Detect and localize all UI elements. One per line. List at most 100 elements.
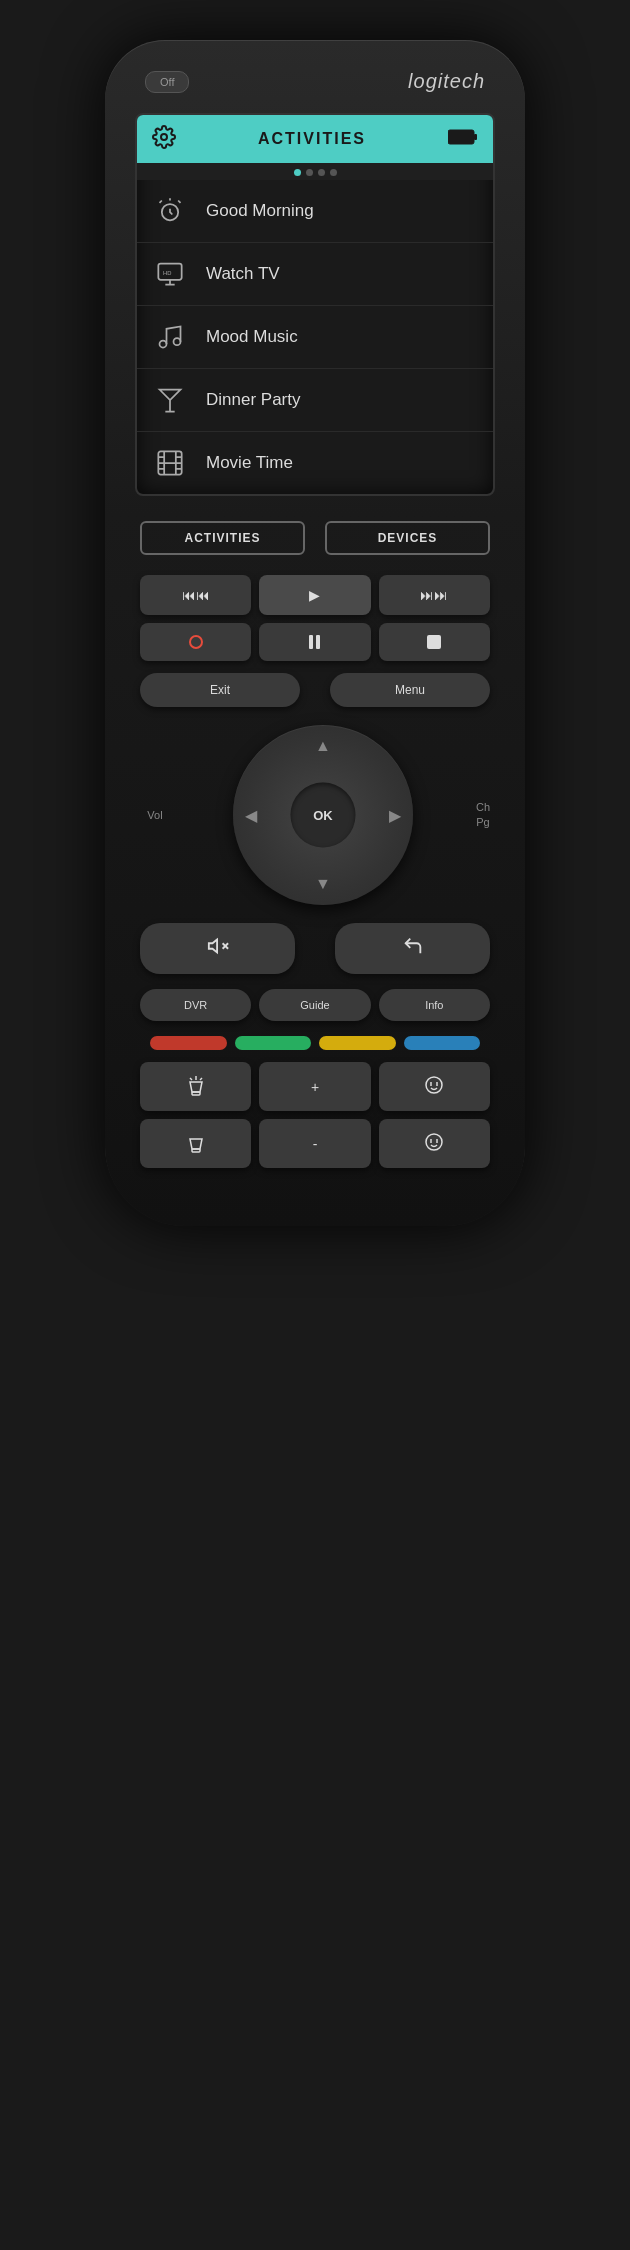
dpad: ▲ ▼ ◀ ▶ OK bbox=[233, 725, 413, 905]
screen-header: ACTIVITIES bbox=[137, 115, 493, 163]
minus-icon: - bbox=[313, 1136, 318, 1152]
flashlight-down-icon bbox=[187, 1131, 205, 1156]
act-dev-row: ACTIVITIES DEVICES bbox=[140, 521, 490, 555]
svg-point-13 bbox=[174, 338, 181, 345]
pause-button[interactable] bbox=[259, 623, 370, 661]
bottom-row-2: - bbox=[140, 1119, 490, 1168]
activities-button[interactable]: ACTIVITIES bbox=[140, 521, 305, 555]
off-button[interactable]: Off bbox=[145, 71, 189, 93]
svg-line-5 bbox=[160, 201, 162, 203]
gear-icon[interactable] bbox=[152, 125, 176, 153]
svg-point-12 bbox=[160, 341, 167, 348]
svg-rect-2 bbox=[474, 134, 477, 140]
transport-row: ⏮⏮ ▶ ⏭⏭ bbox=[140, 575, 490, 615]
menu-item-watch-tv-label: Watch TV bbox=[206, 264, 280, 284]
film-icon bbox=[152, 445, 188, 481]
cocktail-icon bbox=[152, 382, 188, 418]
green-color-button[interactable] bbox=[235, 1036, 312, 1050]
bottom-row-1: + bbox=[140, 1062, 490, 1111]
menu-item-dinner-party-label: Dinner Party bbox=[206, 390, 300, 410]
color-row bbox=[140, 1036, 490, 1050]
exit-button[interactable]: Exit bbox=[140, 673, 300, 707]
buttons-section: ACTIVITIES DEVICES ⏮⏮ ▶ ⏭⏭ bbox=[135, 521, 495, 1168]
dot-1 bbox=[294, 169, 301, 176]
light-down-button[interactable] bbox=[140, 1119, 251, 1168]
dpad-section: Vol ▲ ▼ ◀ ▶ OK ChPg bbox=[140, 725, 490, 905]
power-outlet-2-button[interactable] bbox=[379, 1119, 490, 1168]
svg-text:HD: HD bbox=[163, 270, 171, 276]
dpad-up-arrow[interactable]: ▲ bbox=[315, 737, 331, 755]
power-outlet-1-button[interactable] bbox=[379, 1062, 490, 1111]
play-icon: ▶ bbox=[309, 587, 320, 603]
dot-4 bbox=[330, 169, 337, 176]
mute-icon bbox=[207, 935, 229, 962]
mute-button[interactable] bbox=[140, 923, 295, 974]
dpad-ring[interactable]: ▲ ▼ ◀ ▶ OK bbox=[233, 725, 413, 905]
menu-button[interactable]: Menu bbox=[330, 673, 490, 707]
svg-point-35 bbox=[426, 1134, 442, 1150]
info-button[interactable]: Info bbox=[379, 989, 490, 1021]
dpad-right-arrow[interactable]: ▶ bbox=[389, 806, 401, 825]
plus-button[interactable]: + bbox=[259, 1062, 370, 1111]
power-outlet-2-icon bbox=[424, 1132, 444, 1155]
svg-marker-33 bbox=[190, 1139, 202, 1149]
dot-3 bbox=[318, 169, 325, 176]
back-button[interactable] bbox=[335, 923, 490, 974]
music-note-icon bbox=[152, 319, 188, 355]
minus-button[interactable]: - bbox=[259, 1119, 370, 1168]
yellow-color-button[interactable] bbox=[319, 1036, 396, 1050]
dvr-button[interactable]: DVR bbox=[140, 989, 251, 1021]
fast-forward-icon: ⏭⏭ bbox=[420, 587, 448, 603]
light-up-button[interactable] bbox=[140, 1062, 251, 1111]
exit-menu-row: Exit Menu bbox=[140, 673, 490, 707]
remote-top: Off logitech bbox=[135, 70, 495, 93]
svg-rect-26 bbox=[192, 1092, 200, 1095]
blue-color-button[interactable] bbox=[404, 1036, 481, 1050]
menu-item-good-morning[interactable]: Good Morning bbox=[137, 180, 493, 243]
menu-item-mood-music[interactable]: Mood Music bbox=[137, 306, 493, 369]
dpad-left-arrow[interactable]: ◀ bbox=[245, 806, 257, 825]
rewind-icon: ⏮⏮ bbox=[182, 587, 210, 603]
svg-marker-22 bbox=[208, 940, 216, 953]
menu-item-watch-tv[interactable]: HD Watch TV bbox=[137, 243, 493, 306]
svg-line-6 bbox=[178, 201, 180, 203]
screen-dots bbox=[137, 163, 493, 180]
ok-button[interactable]: OK bbox=[290, 783, 355, 848]
svg-line-28 bbox=[190, 1078, 192, 1080]
svg-rect-34 bbox=[192, 1149, 200, 1152]
menu-item-dinner-party[interactable]: Dinner Party bbox=[137, 369, 493, 432]
dpad-down-arrow[interactable]: ▼ bbox=[315, 875, 331, 893]
rewind-button[interactable]: ⏮⏮ bbox=[140, 575, 251, 615]
stop-icon bbox=[427, 635, 441, 649]
guide-button[interactable]: Guide bbox=[259, 989, 370, 1021]
alarm-clock-icon bbox=[152, 193, 188, 229]
ch-pg-label: ChPg bbox=[476, 800, 490, 831]
mute-back-row bbox=[140, 923, 490, 974]
menu-item-mood-music-label: Mood Music bbox=[206, 327, 298, 347]
stop-button[interactable] bbox=[379, 623, 490, 661]
fast-forward-button[interactable]: ⏭⏭ bbox=[379, 575, 490, 615]
remote: Off logitech ACTIVITIES bbox=[105, 40, 525, 1226]
power-outlet-1-icon bbox=[424, 1075, 444, 1098]
devices-button[interactable]: DEVICES bbox=[325, 521, 490, 555]
menu-item-good-morning-label: Good Morning bbox=[206, 201, 314, 221]
play-button[interactable]: ▶ bbox=[259, 575, 370, 615]
record-button[interactable] bbox=[140, 623, 251, 661]
dot-2 bbox=[306, 169, 313, 176]
svg-point-0 bbox=[161, 134, 167, 140]
menu-item-movie-time[interactable]: Movie Time bbox=[137, 432, 493, 494]
vol-label: Vol bbox=[140, 809, 170, 821]
brand-logo: logitech bbox=[408, 70, 485, 93]
plus-icon: + bbox=[311, 1079, 319, 1095]
back-icon bbox=[402, 935, 424, 962]
tv-icon: HD bbox=[152, 256, 188, 292]
record-icon bbox=[189, 635, 203, 649]
dpad-wrapper: ▲ ▼ ◀ ▶ OK bbox=[170, 725, 476, 905]
svg-marker-25 bbox=[190, 1082, 202, 1092]
pause-icon bbox=[309, 635, 320, 649]
battery-icon bbox=[448, 129, 478, 149]
red-color-button[interactable] bbox=[150, 1036, 227, 1050]
transport-row2 bbox=[140, 623, 490, 661]
svg-point-30 bbox=[426, 1077, 442, 1093]
svg-rect-3 bbox=[449, 131, 473, 143]
